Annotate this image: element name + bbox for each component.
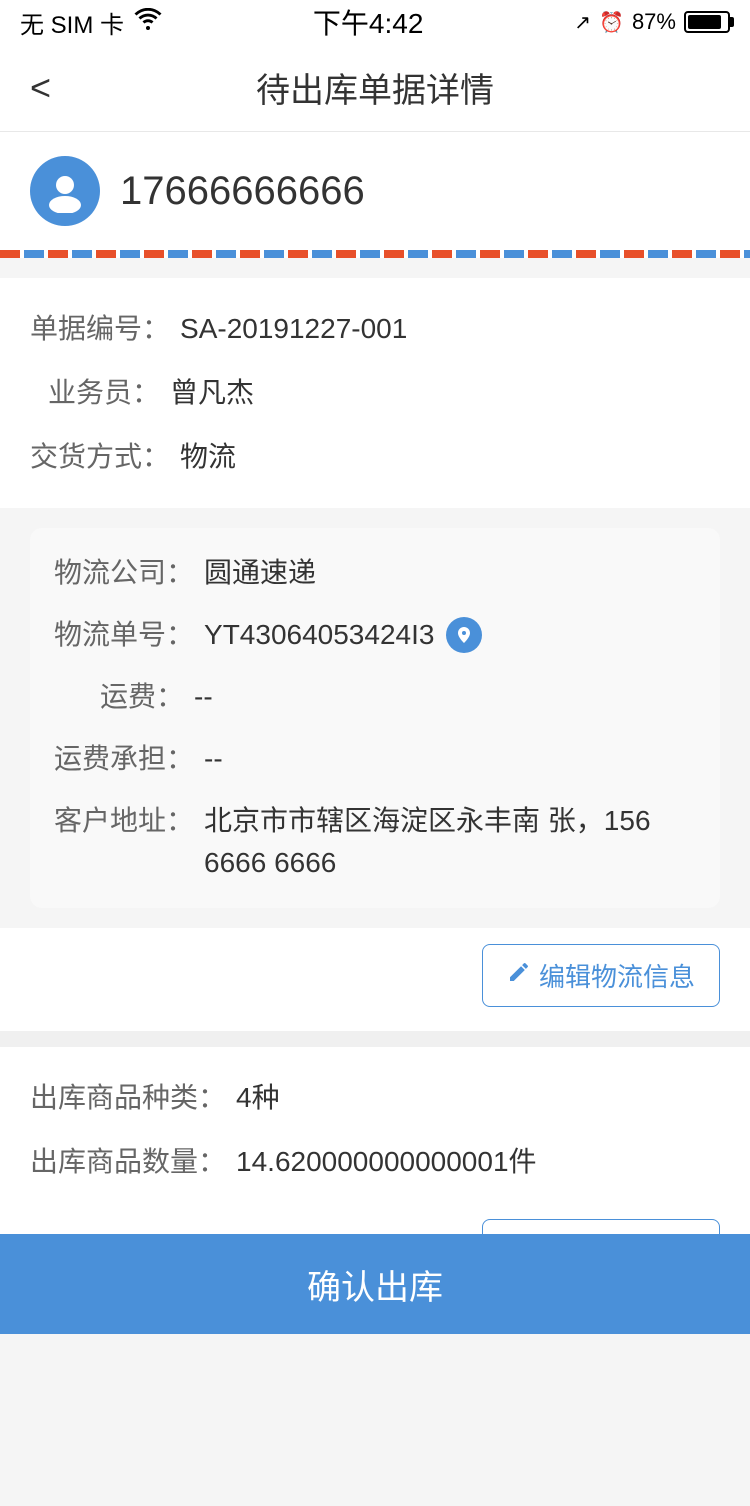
salesman-row: 业务员： 曾凡杰 <box>30 372 720 414</box>
logistics-tracking-row: 物流单号： YT43064053424I3 <box>54 614 696 656</box>
user-phone: 17666666666 <box>120 169 365 214</box>
freight-bearer-value: -- <box>194 738 696 780</box>
avatar <box>30 156 100 226</box>
confirm-bar[interactable]: 确认出库 <box>0 1234 750 1334</box>
goods-quantity-label: 出库商品数量： <box>30 1141 226 1183</box>
edit-icon <box>507 960 531 991</box>
nav-bar: < 待出库单据详情 <box>0 44 750 132</box>
goods-type-label: 出库商品种类： <box>30 1077 226 1119</box>
logistics-tracking-label: 物流单号： <box>54 614 194 656</box>
logistics-company-row: 物流公司： 圆通速递 <box>54 552 696 594</box>
order-info-section: 单据编号： SA-20191227-001 业务员： 曾凡杰 交货方式： 物流 <box>0 278 750 508</box>
section-divider <box>0 1031 750 1047</box>
logistics-company-label: 物流公司： <box>54 552 194 594</box>
status-time: 下午4:42 <box>313 2 424 42</box>
track-location-icon[interactable] <box>446 617 482 653</box>
user-header: 17666666666 <box>0 132 750 250</box>
edit-btn-label: 编辑物流信息 <box>539 957 695 994</box>
address-value: 北京市市辖区海淀区永丰南 张，156 6666 6666 <box>194 800 696 884</box>
delivery-label: 交货方式： <box>30 436 170 478</box>
section-gap-1 <box>0 258 750 278</box>
goods-quantity-value: 14.620000000000001件 <box>226 1141 720 1183</box>
battery-percent: 87% <box>632 9 676 35</box>
dashed-divider <box>0 250 750 258</box>
salesman-value: 曾凡杰 <box>160 372 720 414</box>
goods-quantity-row: 出库商品数量： 14.620000000000001件 <box>30 1141 720 1183</box>
salesman-label: 业务员： <box>30 372 160 414</box>
confirm-button-label: 确认出库 <box>307 1260 443 1309</box>
goods-type-value: 4种 <box>226 1077 720 1119</box>
logistics-tracking-value: YT43064053424I3 <box>194 614 696 656</box>
bottom-space <box>0 1306 750 1506</box>
location-icon: ↗ <box>574 10 591 35</box>
page-title: 待出库单据详情 <box>256 63 494 112</box>
freight-value: -- <box>184 676 696 718</box>
freight-label: 运费： <box>54 676 184 718</box>
address-row: 客户地址： 北京市市辖区海淀区永丰南 张，156 6666 6666 <box>54 800 696 884</box>
delivery-value: 物流 <box>170 436 720 478</box>
edit-btn-row: 编辑物流信息 <box>0 928 750 1031</box>
freight-bearer-label: 运费承担： <box>54 738 194 780</box>
order-no-value: SA-20191227-001 <box>170 308 720 350</box>
goods-type-row: 出库商品种类： 4种 <box>30 1077 720 1119</box>
logistics-company-value: 圆通速递 <box>194 552 696 594</box>
alarm-icon: ⏰ <box>599 10 624 35</box>
order-no-label: 单据编号： <box>30 308 170 350</box>
freight-bearer-row: 运费承担： -- <box>54 738 696 780</box>
edit-logistics-button[interactable]: 编辑物流信息 <box>482 944 720 1007</box>
carrier-text: 无 SIM 卡 <box>20 5 124 40</box>
freight-row: 运费： -- <box>54 676 696 718</box>
status-left: 无 SIM 卡 <box>20 5 162 40</box>
goods-section: 出库商品种类： 4种 出库商品数量： 14.620000000000001件 <box>0 1047 750 1203</box>
order-no-row: 单据编号： SA-20191227-001 <box>30 308 720 350</box>
status-right: ↗ ⏰ 87% <box>574 9 730 35</box>
logistics-card: 物流公司： 圆通速递 物流单号： YT43064053424I3 运费： -- … <box>30 528 720 908</box>
status-bar: 无 SIM 卡 下午4:42 ↗ ⏰ 87% <box>0 0 750 44</box>
wifi-icon <box>134 8 162 37</box>
delivery-row: 交货方式： 物流 <box>30 436 720 478</box>
battery-icon <box>684 11 730 33</box>
back-button[interactable]: < <box>30 67 51 109</box>
address-label: 客户地址： <box>54 800 194 842</box>
